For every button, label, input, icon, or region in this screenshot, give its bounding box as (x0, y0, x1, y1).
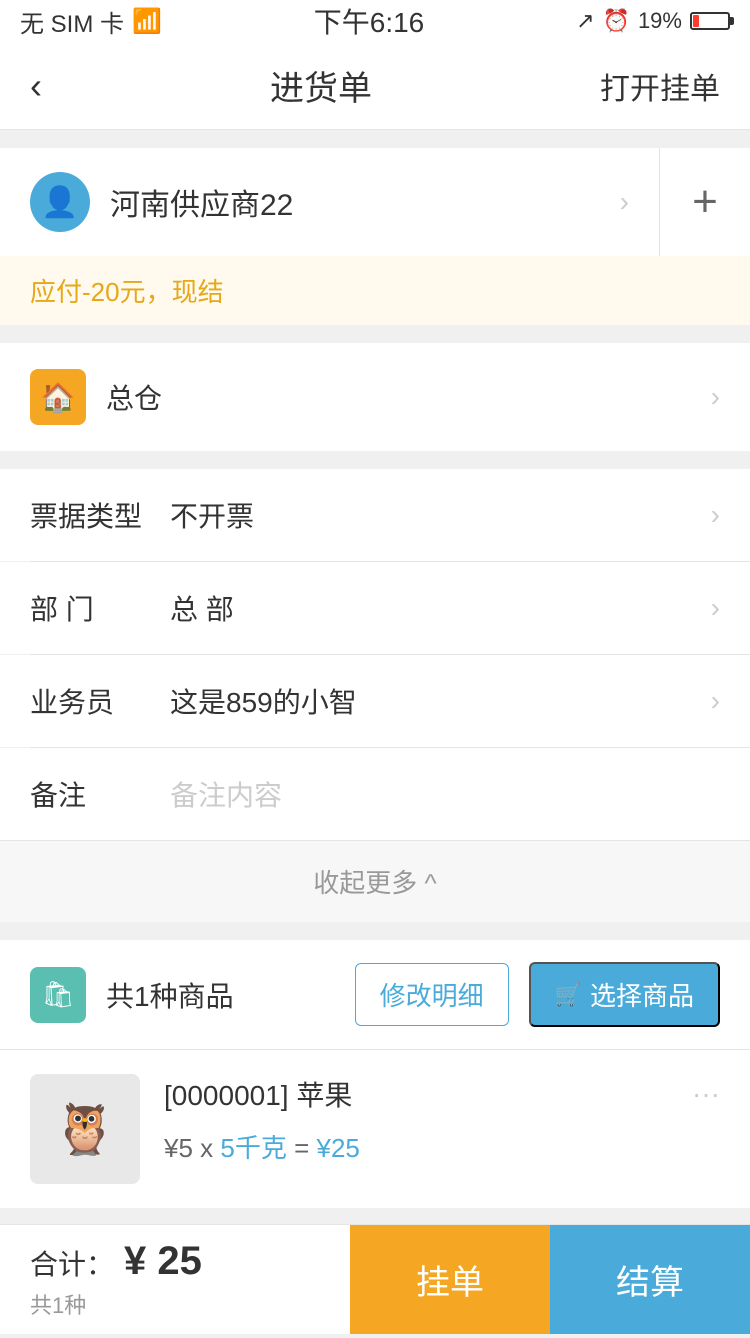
gap-2 (0, 325, 750, 343)
battery-icon (690, 12, 730, 30)
alarm-icon: ⏰ (603, 8, 630, 34)
gap-4 (0, 922, 750, 940)
product-price-line: ¥5 x 5千克 = ¥25 (164, 1128, 668, 1165)
department-value: 总 部 (170, 588, 711, 628)
warehouse-icon-bg: 🏠 (30, 369, 86, 425)
salesperson-label: 业务员 (30, 681, 170, 721)
form-row-remark[interactable]: 备注 备注内容 (0, 748, 750, 840)
supplier-avatar: 👤 (30, 172, 90, 232)
supplier-row[interactable]: 👤 河南供应商22 › (0, 148, 659, 256)
status-time: 下午6:16 (314, 1, 425, 41)
supplier-name: 河南供应商22 (110, 180, 600, 224)
department-chevron-icon: › (711, 592, 720, 624)
gap-3 (0, 451, 750, 469)
supplier-avatar-icon: 👤 (41, 185, 78, 220)
warehouse-name: 总仓 (106, 377, 691, 417)
page-title: 进货单 (270, 61, 372, 110)
bottom-bar: 合计： ¥ 25 共1种 挂单 结算 (0, 1224, 750, 1334)
warehouse-row[interactable]: 🏠 总仓 › (0, 343, 750, 451)
total-amount: ¥ 25 (124, 1239, 202, 1284)
nav-bar: ‹ 进货单 打开挂单 (0, 42, 750, 130)
warehouse-icon: 🏠 (41, 381, 76, 414)
wifi-icon: 📶 (132, 7, 162, 36)
products-icon: 🛍 (41, 979, 74, 1010)
notice-bar: 应付-20元，现结 (0, 256, 750, 325)
product-title: 苹果 (296, 1080, 352, 1111)
form-row-department[interactable]: 部 门 总 部 › (0, 562, 750, 654)
status-bar: 无 SIM 卡 📶 下午6:16 ↗ ⏰ 19% (0, 0, 750, 42)
owl-icon: 🦉 (54, 1100, 116, 1159)
form-row-invoice[interactable]: 票据类型 不开票 › (0, 469, 750, 561)
hang-button[interactable]: 挂单 (350, 1225, 550, 1334)
products-icon-bg: 🛍 (30, 967, 86, 1023)
battery-percent: 19% (638, 8, 682, 34)
carrier-text: 无 SIM 卡 (20, 4, 124, 39)
supplier-section: 👤 河南供应商22 › + (0, 148, 750, 256)
remark-placeholder: 备注内容 (170, 774, 720, 814)
collapse-label: 收起更多 ^ (313, 863, 436, 900)
add-supplier-button[interactable]: + (660, 148, 750, 256)
invoice-type-label: 票据类型 (30, 495, 170, 535)
products-count: 共1种商品 (106, 975, 335, 1015)
settle-button[interactable]: 结算 (550, 1225, 750, 1334)
select-product-label: 选择商品 (590, 976, 694, 1013)
open-hang-button[interactable]: 打开挂单 (600, 64, 720, 108)
total-label: 合计： (30, 1243, 114, 1283)
notice-text: 应付-20元，现结 (30, 277, 224, 307)
form-row-salesperson[interactable]: 业务员 这是859的小智 › (0, 655, 750, 747)
cart-icon: 🛒 (555, 982, 582, 1008)
line-total: ¥25 (316, 1133, 359, 1163)
select-product-button[interactable]: 🛒 选择商品 (529, 962, 720, 1027)
product-info: [0000001] 苹果 ¥5 x 5千克 = ¥25 (164, 1074, 668, 1165)
quantity: 5千克 (220, 1133, 286, 1163)
product-thumbnail: 🦉 (30, 1074, 140, 1184)
salesperson-value: 这是859的小智 (170, 681, 711, 721)
modify-detail-button[interactable]: 修改明细 (355, 963, 509, 1026)
products-header: 🛍 共1种商品 修改明细 🛒 选择商品 (0, 940, 750, 1049)
equals: = (287, 1133, 317, 1163)
location-icon: ↗ (576, 8, 594, 34)
gap-1 (0, 130, 750, 148)
product-name: [0000001] 苹果 (164, 1074, 668, 1114)
collapse-bar[interactable]: 收起更多 ^ (0, 840, 750, 922)
invoice-chevron-icon: › (711, 499, 720, 531)
total-section: 合计： ¥ 25 共1种 (0, 1225, 350, 1334)
supplier-chevron-icon: › (620, 186, 629, 218)
department-label: 部 门 (30, 588, 170, 628)
invoice-type-value: 不开票 (170, 495, 711, 535)
product-code: [0000001] (164, 1080, 296, 1111)
total-sub: 共1种 (30, 1288, 320, 1320)
product-more-button[interactable]: ··· (692, 1074, 720, 1110)
back-button[interactable]: ‹ (30, 65, 42, 107)
unit-price: ¥5 x (164, 1133, 220, 1163)
product-item: 🦉 [0000001] 苹果 ¥5 x 5千克 = ¥25 ··· (0, 1050, 750, 1208)
warehouse-chevron-icon: › (711, 381, 720, 413)
status-left: 无 SIM 卡 📶 (20, 4, 162, 39)
status-right: ↗ ⏰ 19% (576, 8, 730, 34)
salesperson-chevron-icon: › (711, 685, 720, 717)
remark-label: 备注 (30, 774, 170, 814)
